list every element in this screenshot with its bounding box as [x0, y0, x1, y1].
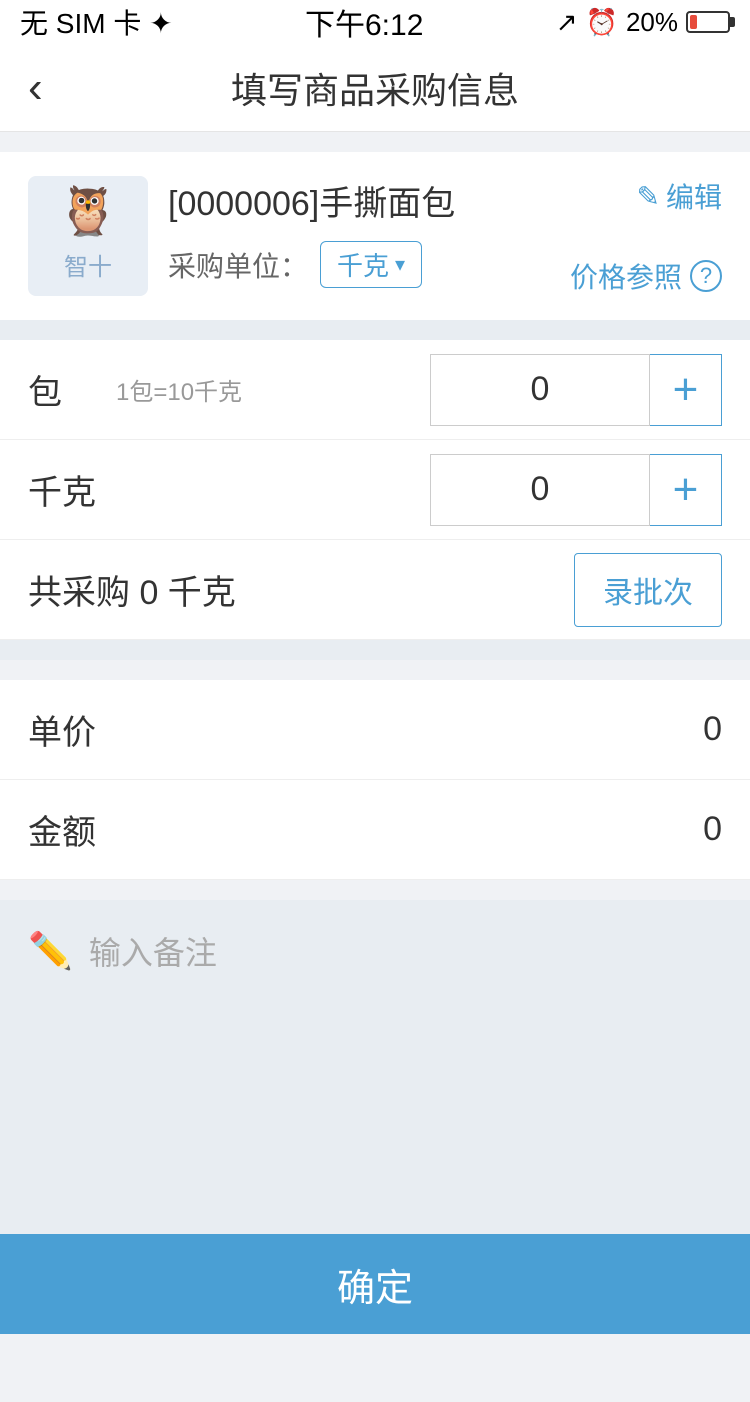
kg-input-row: 千克 +: [0, 440, 750, 540]
edit-icon: ✎: [637, 180, 660, 213]
summary-text: 共采购 0 千克: [28, 565, 236, 614]
unit-arrow-icon: ▾: [395, 252, 405, 277]
unit-price-value: 0: [703, 710, 722, 749]
alarm-icon: ⏰: [586, 7, 618, 38]
product-image: 🦉智十: [28, 176, 148, 296]
bag-label: 包: [28, 365, 108, 414]
notes-placeholder: 输入备注: [89, 928, 217, 974]
kg-plus-button[interactable]: +: [650, 454, 722, 526]
pencil-icon: ✏️: [28, 930, 73, 972]
kg-input-control: +: [430, 454, 722, 526]
input-section: 包 1包=10千克 + 千克 +: [0, 340, 750, 540]
nav-bar: ‹ 填写商品采购信息: [0, 44, 750, 132]
battery-percent: 20%: [626, 7, 678, 38]
back-button[interactable]: ‹: [28, 66, 43, 110]
unit-selector[interactable]: 千克 ▾: [320, 241, 422, 288]
status-bar: 无 SIM 卡 ✦ 下午6:12 ↗ ⏰ 20%: [0, 0, 750, 44]
confirm-button[interactable]: 确定: [0, 1234, 750, 1334]
price-ref-button[interactable]: 价格参照 ?: [570, 256, 722, 296]
status-time: 下午6:12: [305, 0, 423, 44]
logo-text: 智十: [64, 254, 112, 281]
price-section: 单价 0 金额 0: [0, 680, 750, 880]
kg-label: 千克: [28, 465, 108, 514]
section-divider-1: [0, 320, 750, 340]
product-card: 🦉智十 [0000006]手撕面包 采购单位： 千克 ▾ ✎ 编辑 价格参照 ?: [0, 152, 750, 320]
unit-value: 千克: [337, 246, 389, 283]
notes-section[interactable]: ✏️ 输入备注: [0, 900, 750, 1002]
unit-label: 采购单位：: [168, 245, 308, 285]
amount-value: 0: [703, 810, 722, 849]
amount-label: 金额: [28, 805, 96, 854]
unit-price-row: 单价 0: [0, 680, 750, 780]
edit-label: 编辑: [666, 176, 722, 216]
help-icon: ?: [690, 260, 722, 292]
price-ref-label: 价格参照: [570, 256, 682, 296]
bag-sublabel: 1包=10千克: [116, 372, 242, 407]
sim-text: 无 SIM 卡 ✦: [20, 2, 173, 42]
status-left: 无 SIM 卡 ✦: [20, 2, 173, 42]
batch-button[interactable]: 录批次: [574, 553, 722, 627]
battery-fill: [690, 15, 697, 29]
amount-row: 金额 0: [0, 780, 750, 880]
product-logo: 🦉智十: [58, 188, 118, 284]
bag-plus-button[interactable]: +: [650, 354, 722, 426]
battery-icon: [686, 11, 730, 33]
section-divider-2: [0, 640, 750, 660]
bag-input-control: +: [430, 354, 722, 426]
page-title: 填写商品采购信息: [231, 62, 519, 114]
kg-input[interactable]: [430, 454, 650, 526]
location-icon: ↗: [556, 7, 578, 38]
bag-input-row: 包 1包=10千克 +: [0, 340, 750, 440]
summary-row: 共采购 0 千克 录批次: [0, 540, 750, 640]
bag-input[interactable]: [430, 354, 650, 426]
unit-price-label: 单价: [28, 705, 96, 754]
edit-button[interactable]: ✎ 编辑: [637, 176, 722, 216]
status-right: ↗ ⏰ 20%: [556, 7, 730, 38]
